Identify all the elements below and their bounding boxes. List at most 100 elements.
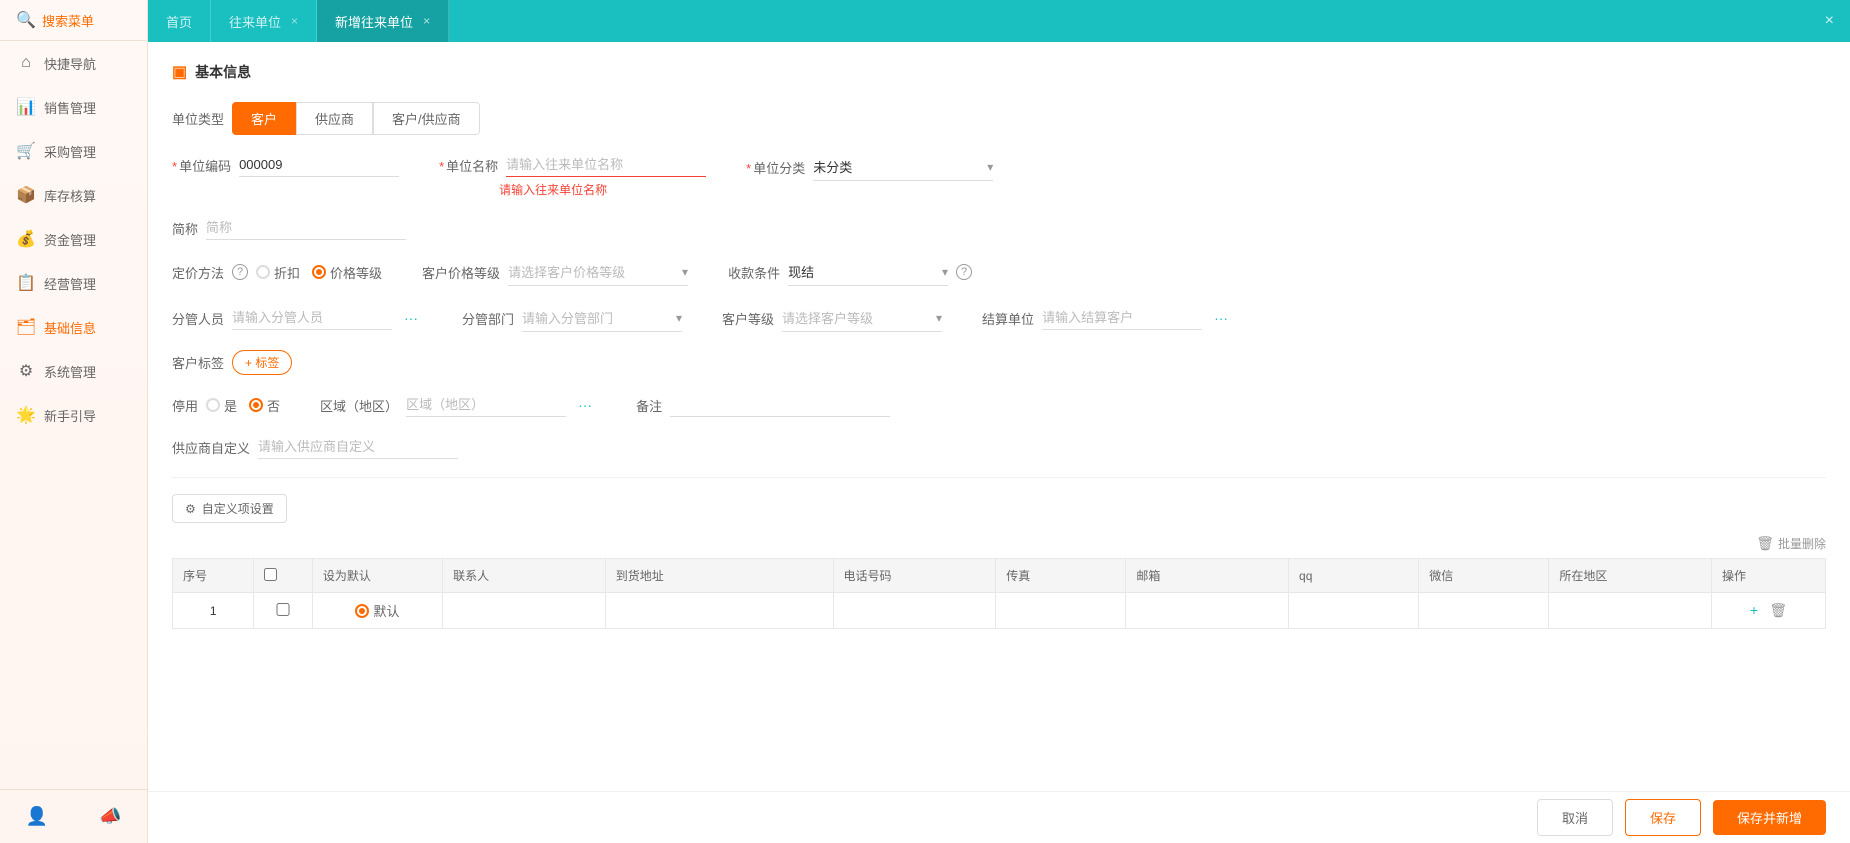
- add-row-btn[interactable]: +: [1746, 602, 1762, 618]
- tab-new-partner-label: 新增往来单位: [335, 12, 413, 31]
- table-row: 1 默认: [173, 593, 1826, 629]
- cancel-button[interactable]: 取消: [1537, 799, 1613, 836]
- radio-no[interactable]: 否: [249, 396, 280, 415]
- pricing-radio-group: 折扣 价格等级: [256, 263, 382, 282]
- sidebar-item-label: 销售管理: [44, 98, 96, 117]
- customer-price-level-select[interactable]: 请选择客户价格等级 ▾: [508, 258, 688, 286]
- fax-input[interactable]: [1006, 604, 1115, 618]
- col-region: 所在地区: [1549, 559, 1712, 593]
- sidebar-item-inventory[interactable]: 📦 库存核算: [0, 173, 147, 217]
- sidebar-item-operations[interactable]: 📋 经营管理: [0, 261, 147, 305]
- trash-icon: 🗑: [1756, 535, 1774, 552]
- contact-input[interactable]: [453, 604, 595, 618]
- tab-home[interactable]: 首页: [148, 0, 211, 42]
- notification-icon[interactable]: 📣: [91, 798, 129, 835]
- settlement-more-icon[interactable]: ···: [1210, 310, 1232, 326]
- cell-fax[interactable]: [996, 593, 1126, 629]
- cell-wechat[interactable]: [1419, 593, 1549, 629]
- save-and-new-button[interactable]: 保存并新增: [1713, 800, 1826, 835]
- dept-label: 分管部门: [462, 309, 514, 328]
- region-table-input[interactable]: [1559, 604, 1701, 618]
- sidebar-item-quick-nav[interactable]: ⌂ 快捷导航: [0, 41, 147, 85]
- region-input[interactable]: [406, 393, 566, 417]
- type-btn-both[interactable]: 客户/供应商: [373, 102, 480, 135]
- search-menu[interactable]: 🔍 搜索菜单: [0, 0, 147, 41]
- radio-discount[interactable]: 折扣: [256, 263, 300, 282]
- unit-category-select[interactable]: 未分类 ▾: [813, 153, 993, 181]
- radio-yes[interactable]: 是: [206, 396, 237, 415]
- payment-terms-group: 收款条件 现结 ▾ ?: [728, 258, 972, 286]
- sidebar-item-label: 资金管理: [44, 230, 96, 249]
- wechat-input[interactable]: [1429, 604, 1538, 618]
- cell-qq[interactable]: [1289, 593, 1419, 629]
- short-name-label: 简称: [172, 219, 198, 238]
- sidebar-item-purchase[interactable]: 🛒 采购管理: [0, 129, 147, 173]
- unit-type-row: 单位类型 客户 供应商 客户/供应商: [172, 102, 1826, 135]
- qq-input[interactable]: [1299, 604, 1408, 618]
- sidebar-item-finance[interactable]: 💰 资金管理: [0, 217, 147, 261]
- cell-region[interactable]: [1549, 593, 1712, 629]
- payment-help-icon[interactable]: ?: [956, 264, 972, 280]
- form-content: ▣ 基本信息 单位类型 客户 供应商 客户/供应商 *单位编码: [148, 42, 1850, 791]
- radio-no-circle: [249, 398, 263, 412]
- batch-delete-btn[interactable]: 🗑 批量删除: [172, 535, 1826, 552]
- section-title-text: 基本信息: [195, 62, 251, 82]
- type-btn-supplier[interactable]: 供应商: [296, 102, 373, 135]
- sidebar-item-guide[interactable]: 🌟 新手引导: [0, 393, 147, 437]
- pricing-help-icon[interactable]: ?: [232, 264, 248, 280]
- type-btn-customer[interactable]: 客户: [232, 102, 296, 135]
- dept-select[interactable]: 请输入分管部门 ▾: [522, 304, 682, 332]
- col-phone: 电话号码: [833, 559, 996, 593]
- default-radio[interactable]: 默认: [323, 601, 432, 620]
- short-name-input[interactable]: [206, 216, 406, 240]
- supplier-custom-group: 供应商自定义: [172, 435, 458, 459]
- delete-row-btn[interactable]: 🗑: [1765, 602, 1791, 618]
- sidebar-item-system[interactable]: ⚙ 系统管理: [0, 349, 147, 393]
- cell-checkbox: [254, 593, 313, 629]
- remark-input[interactable]: [670, 393, 890, 417]
- cell-address[interactable]: [605, 593, 833, 629]
- unit-name-input[interactable]: [506, 153, 706, 177]
- dept-group: 分管部门 请输入分管部门 ▾: [462, 304, 682, 332]
- user-icon[interactable]: 👤: [18, 798, 56, 835]
- unit-category-group: *单位分类 未分类 ▾: [746, 153, 993, 181]
- tab-new-partner-close[interactable]: ×: [423, 14, 430, 28]
- phone-input[interactable]: [844, 604, 986, 618]
- select-all-checkbox[interactable]: [264, 568, 277, 581]
- cell-phone[interactable]: [833, 593, 996, 629]
- address-input[interactable]: [616, 604, 823, 618]
- col-seq: 序号: [173, 559, 254, 593]
- disabled-row: 停用 是 否 区域（地区） ··· 备注: [172, 393, 1826, 417]
- unit-code-input[interactable]: [239, 153, 399, 177]
- save-button[interactable]: 保存: [1625, 799, 1701, 836]
- table-header-row: 序号 设为默认 联系人 到货地址 电话号码 传真 邮箱 qq 微信 所在地区 操…: [173, 559, 1826, 593]
- sidebar-item-basic[interactable]: 🗂 基础信息: [0, 305, 147, 349]
- region-more-icon[interactable]: ···: [574, 397, 596, 413]
- manager-more-icon[interactable]: ···: [400, 310, 422, 326]
- disabled-radio-group: 是 否: [206, 396, 280, 415]
- customer-level-select[interactable]: 请选择客户等级 ▾: [782, 304, 942, 332]
- sidebar-bottom: 👤 📣: [0, 789, 147, 843]
- sidebar-item-label: 快捷导航: [44, 54, 96, 73]
- sidebar-item-sales[interactable]: 📊 销售管理: [0, 85, 147, 129]
- tab-partners[interactable]: 往来单位 ×: [211, 0, 317, 42]
- tag-add-button[interactable]: + 标签: [232, 350, 292, 375]
- cell-seq: 1: [173, 593, 254, 629]
- custom-settings-button[interactable]: ⚙ 自定义项设置: [172, 494, 287, 523]
- supplier-custom-input[interactable]: [258, 435, 458, 459]
- home-icon: ⌂: [16, 53, 36, 73]
- payment-terms-select[interactable]: 现结 ▾: [788, 258, 948, 286]
- close-all-tabs[interactable]: ×: [1809, 0, 1850, 42]
- manager-input[interactable]: [232, 306, 392, 330]
- radio-no-label: 否: [267, 396, 280, 415]
- cell-email[interactable]: [1126, 593, 1289, 629]
- cell-contact[interactable]: [443, 593, 606, 629]
- customer-tag-label: 客户标签: [172, 353, 224, 372]
- radio-price-level[interactable]: 价格等级: [312, 263, 382, 282]
- remark-label: 备注: [636, 396, 662, 415]
- row-checkbox[interactable]: [264, 603, 302, 616]
- tab-partners-close[interactable]: ×: [291, 14, 298, 28]
- tab-new-partner[interactable]: 新增往来单位 ×: [317, 0, 449, 42]
- email-input[interactable]: [1136, 604, 1278, 618]
- settlement-unit-input[interactable]: [1042, 306, 1202, 330]
